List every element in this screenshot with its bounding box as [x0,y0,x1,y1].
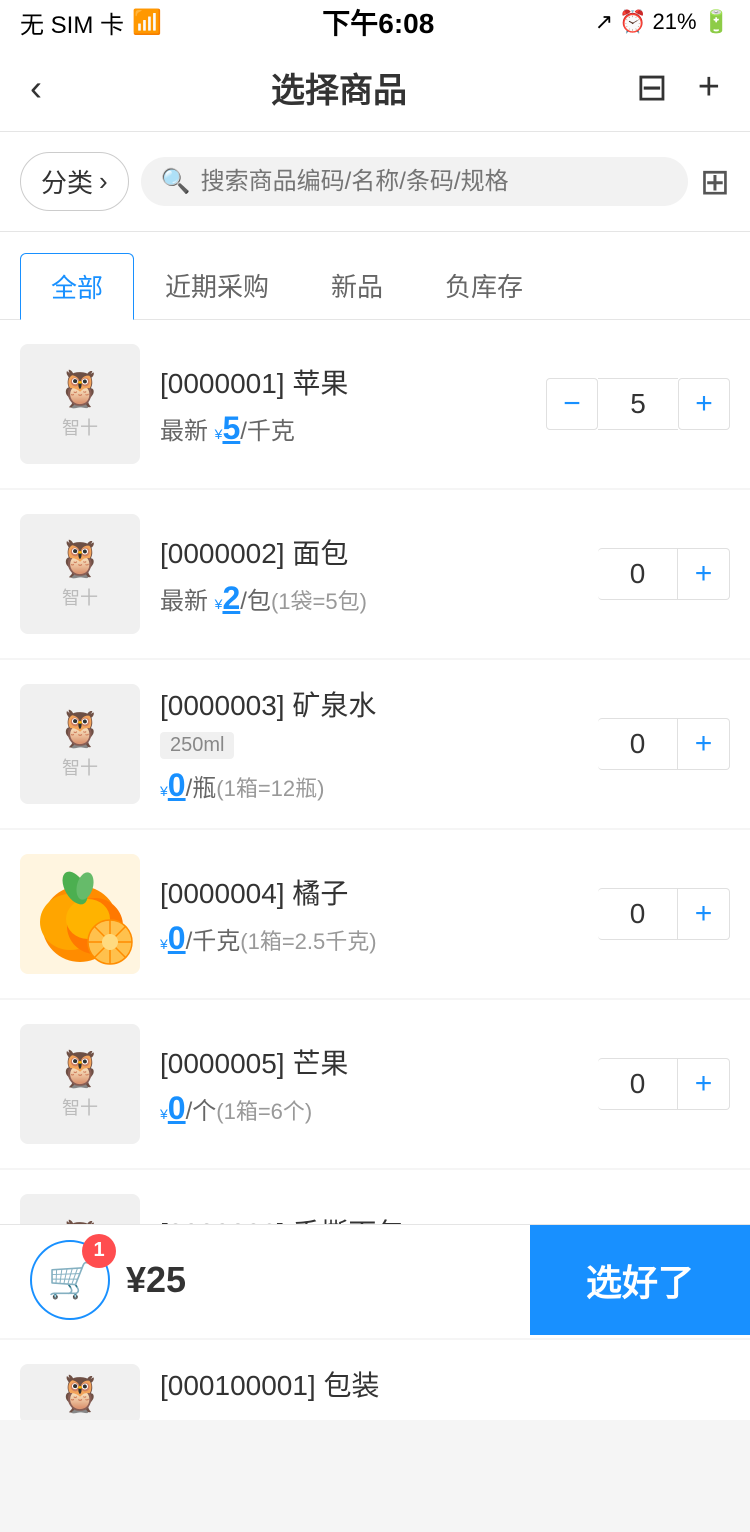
product-price: 最新 ¥2/包(1袋=5包) [160,580,578,617]
increase-button[interactable]: + [678,378,730,430]
quantity-input[interactable] [598,888,678,940]
owl-logo: 🦉 智十 [58,368,103,440]
increase-button[interactable]: + [678,548,730,600]
carrier-text: 无 SIM 卡 [20,5,124,40]
product-info: [000100001] 包装 [160,1364,730,1404]
status-right: ↗ ⏰ 21% 🔋 [595,9,730,35]
tab-bar: 全部 近期采购 新品 负库存 [0,232,750,320]
search-icon: 🔍 [161,167,191,196]
product-name: [0000001] 苹果 [160,362,526,402]
product-spec: 250ml [160,732,234,759]
product-item: 🦉 智十 [0000001] 苹果 最新 ¥5/千克 − + [0,320,750,488]
product-info: [0000001] 苹果 最新 ¥5/千克 [160,362,526,447]
location-icon: ↗ [595,9,613,35]
category-label: 分类 [41,163,93,200]
category-button[interactable]: 分类 › [20,152,129,211]
owl-logo: 🦉 智十 [58,1048,103,1120]
increase-button[interactable]: + [678,888,730,940]
product-info: [0000002] 面包 最新 ¥2/包(1袋=5包) [160,532,578,617]
search-input[interactable] [201,168,668,196]
tab-new[interactable]: 新品 [300,252,414,319]
product-price: ¥0/千克(1箱=2.5千克) [160,920,578,957]
decrease-button[interactable]: − [546,378,598,430]
owl-logo: 🦉 智十 [58,708,103,780]
quantity-control: + [598,1058,730,1110]
product-name: [0000003] 矿泉水 [160,684,578,724]
nav-bar: ‹ 选择商品 ⊟ + [0,44,750,132]
quantity-input[interactable] [598,378,678,430]
time-display: 下午6:08 [322,2,434,42]
filter-row: 分类 › 🔍 ⊞ [0,132,750,232]
product-name: [000100001] 包装 [160,1364,730,1404]
alarm-icon: ⏰ [619,9,646,35]
product-image: 🦉 智十 [20,684,140,804]
page-title: 选择商品 [271,63,407,112]
quantity-control: + [598,888,730,940]
product-item: [0000004] 橘子 ¥0/千克(1箱=2.5千克) + [0,830,750,998]
battery-text: 21% [653,9,697,35]
cart-section: 🛒 1 ¥25 [0,1240,530,1320]
quantity-control: + [598,718,730,770]
brand-text: 智十 [62,1094,98,1120]
owl-icon: 🦉 [58,1048,103,1090]
owl-icon: 🦉 [58,368,103,410]
category-chevron: › [99,166,108,197]
owl-icon: 🦉 [58,538,103,580]
product-name: [0000005] 芒果 [160,1042,578,1082]
owl-icon: 🦉 [58,1373,103,1415]
quantity-control: − + [546,378,730,430]
owl-icon: 🦉 [58,708,103,750]
product-image: 🦉 智十 [20,344,140,464]
back-button[interactable]: ‹ [30,67,42,109]
product-info: [0000004] 橘子 ¥0/千克(1箱=2.5千克) [160,872,578,957]
product-name: [0000002] 面包 [160,532,578,572]
tab-recent[interactable]: 近期采购 [134,252,300,319]
cart-badge: 1 [82,1234,116,1268]
brand-text: 智十 [62,754,98,780]
bottom-bar: 🛒 1 ¥25 选好了 [0,1224,750,1334]
product-image [20,854,140,974]
product-item: 🦉 智十 [0000002] 面包 最新 ¥2/包(1袋=5包) + [0,490,750,658]
owl-logo: 🦉 智十 [58,538,103,610]
product-image: 🦉 [20,1364,140,1420]
product-image: 🦉 智十 [20,1024,140,1144]
brand-text: 智十 [62,414,98,440]
product-info: [0000003] 矿泉水 250ml ¥0/瓶(1箱=12瓶) [160,684,578,804]
tab-all[interactable]: 全部 [20,253,134,320]
product-price: ¥0/个(1箱=6个) [160,1090,578,1127]
bottom-spacer [0,1422,750,1532]
wifi-icon: 📶 [132,8,162,37]
scan-icon[interactable]: ⊞ [700,161,730,203]
cart-total: ¥25 [126,1259,186,1301]
brand-text: 智十 [62,584,98,610]
cart-button[interactable]: 🛒 1 [30,1240,110,1320]
product-info: [0000005] 芒果 ¥0/个(1箱=6个) [160,1042,578,1127]
quantity-input[interactable] [598,548,678,600]
product-item: 🦉 智十 [0000003] 矿泉水 250ml ¥0/瓶(1箱=12瓶) + [0,660,750,828]
cart-icon: 🛒 [48,1259,93,1301]
quantity-input[interactable] [598,718,678,770]
increase-button[interactable]: + [678,1058,730,1110]
product-item-partial: 🦉 [000100001] 包装 [0,1340,750,1420]
product-price: ¥0/瓶(1箱=12瓶) [160,767,578,804]
status-bar: 无 SIM 卡 📶 下午6:08 ↗ ⏰ 21% 🔋 [0,0,750,44]
product-list: 🦉 智十 [0000001] 苹果 最新 ¥5/千克 − + 🦉 智十 [000… [0,320,750,1532]
search-bar: 🔍 [141,157,688,206]
product-name: [0000004] 橘子 [160,872,578,912]
status-left: 无 SIM 卡 📶 [20,5,162,40]
filter-icon[interactable]: ⊟ [636,65,668,110]
product-item: 🦉 智十 [0000005] 芒果 ¥0/个(1箱=6个) + [0,1000,750,1168]
product-image: 🦉 智十 [20,514,140,634]
add-icon[interactable]: + [698,66,720,109]
nav-actions: ⊟ + [636,65,720,110]
increase-button[interactable]: + [678,718,730,770]
tab-negative[interactable]: 负库存 [414,252,554,319]
confirm-button[interactable]: 选好了 [530,1225,750,1335]
quantity-input[interactable] [598,1058,678,1110]
quantity-control: + [598,548,730,600]
owl-logo: 🦉 [58,1373,103,1415]
battery-icon: 🔋 [703,9,730,35]
product-price: 最新 ¥5/千克 [160,410,526,447]
